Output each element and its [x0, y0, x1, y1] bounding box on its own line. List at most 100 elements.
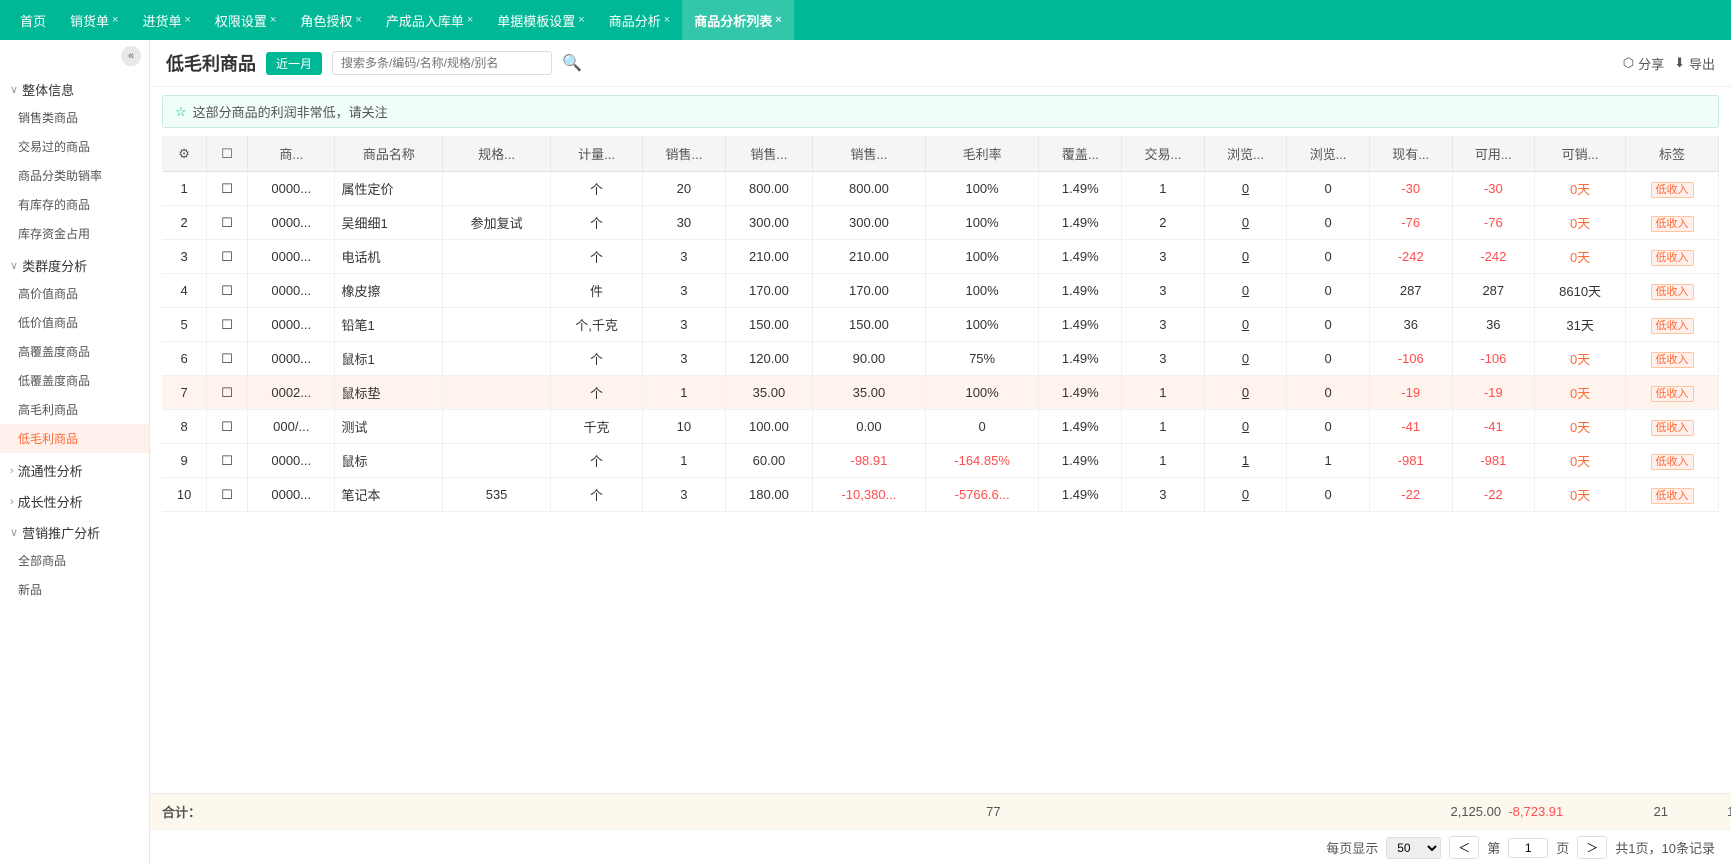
- sidebar-collapse-button[interactable]: «: [121, 46, 141, 66]
- footer-label: 合计：: [162, 802, 201, 821]
- search-button[interactable]: 🔍: [562, 53, 582, 73]
- sidebar-group-0[interactable]: ∨整体信息: [0, 72, 149, 103]
- sidebar-item-高毛利商品[interactable]: 高毛利商品: [0, 395, 149, 424]
- cell-stock: 287: [1369, 274, 1452, 308]
- col-settings[interactable]: ⚙: [162, 136, 207, 172]
- cell-qty: 1: [643, 444, 726, 478]
- sidebar-item-库存资金占用[interactable]: 库存资金占用: [0, 219, 149, 248]
- col-checkbox[interactable]: ☐: [207, 136, 248, 172]
- col-profit-rate[interactable]: 毛利率: [925, 136, 1039, 172]
- total-label: 共1页，10条记录: [1615, 838, 1715, 857]
- cell-gross-rate: 1.49%: [1039, 206, 1122, 240]
- nav-close-icon[interactable]: ×: [578, 14, 584, 26]
- nav-item-销货单[interactable]: 销货单 ×: [58, 0, 130, 40]
- cell-name: 鼠标: [335, 444, 443, 478]
- cell-spec: [443, 410, 551, 444]
- cell-spec: [443, 342, 551, 376]
- sidebar-item-全部商品[interactable]: 全部商品: [0, 546, 149, 575]
- cell-coverage: 1: [1122, 172, 1205, 206]
- nav-close-icon[interactable]: ×: [467, 14, 473, 26]
- table-row: 7☐0002...鼠标垫个135.0035.00100%1.49%100-19-…: [162, 376, 1719, 410]
- cell-sale-profit: 210.00: [813, 240, 926, 274]
- cell-browse2: 0: [1287, 240, 1370, 274]
- date-filter-button[interactable]: 近一月: [266, 52, 322, 75]
- col-code[interactable]: 商...: [248, 136, 335, 172]
- nav-item-商品分析列表[interactable]: 商品分析列表 ×: [682, 0, 793, 40]
- cell-checkbox[interactable]: ☐: [207, 342, 248, 376]
- sidebar-group-4[interactable]: ∨营销推广分析: [0, 515, 149, 546]
- sidebar-item-低覆盖度商品[interactable]: 低覆盖度商品: [0, 366, 149, 395]
- page-size-select[interactable]: 50 100 200: [1386, 837, 1441, 859]
- nav-item-产成品入库单[interactable]: 产成品入库单 ×: [374, 0, 485, 40]
- footer-sale-profit: -8,723.91: [1506, 804, 1566, 819]
- cell-checkbox[interactable]: ☐: [207, 240, 248, 274]
- prev-page-button[interactable]: ＜: [1449, 836, 1479, 859]
- export-button[interactable]: ⬇ 导出: [1674, 54, 1715, 73]
- col-name[interactable]: 商品名称: [335, 136, 443, 172]
- sidebar-item-销售类商品[interactable]: 销售类商品: [0, 103, 149, 132]
- sidebar-item-高价值商品[interactable]: 高价值商品: [0, 279, 149, 308]
- sidebar-item-有库存的商品[interactable]: 有库存的商品: [0, 190, 149, 219]
- chevron-down-icon: ›: [10, 465, 14, 477]
- col-sale-profit[interactable]: 销售...: [813, 136, 926, 172]
- cell-salable: 0天: [1535, 410, 1626, 444]
- sidebar-group-label: 成长性分析: [18, 492, 83, 511]
- cell-profit-rate: 100%: [925, 274, 1039, 308]
- nav-item-首页[interactable]: 首页: [8, 0, 58, 40]
- sidebar-item-低价值商品[interactable]: 低价值商品: [0, 308, 149, 337]
- col-tag[interactable]: 标签: [1626, 136, 1719, 172]
- next-page-button[interactable]: ＞: [1577, 836, 1607, 859]
- nav-close-icon[interactable]: ×: [184, 14, 190, 26]
- col-sale-amt[interactable]: 销售...: [725, 136, 812, 172]
- sidebar-group-label: 类群度分析: [22, 256, 87, 275]
- col-unit[interactable]: 计量...: [550, 136, 642, 172]
- col-browse1[interactable]: 浏览...: [1204, 136, 1287, 172]
- col-spec[interactable]: 规格...: [443, 136, 551, 172]
- tag-badge: 低收入: [1651, 386, 1694, 402]
- col-stock[interactable]: 现有...: [1369, 136, 1452, 172]
- cell-checkbox[interactable]: ☐: [207, 478, 248, 512]
- cell-checkbox[interactable]: ☐: [207, 308, 248, 342]
- col-salable[interactable]: 可销...: [1535, 136, 1626, 172]
- nav-item-单据模板设置[interactable]: 单据模板设置 ×: [485, 0, 596, 40]
- cell-checkbox[interactable]: ☐: [207, 172, 248, 206]
- table-row: 10☐0000...笔记本535个3180.00-10,380...-5766.…: [162, 478, 1719, 512]
- cell-no: 5: [162, 308, 207, 342]
- cell-checkbox[interactable]: ☐: [207, 410, 248, 444]
- nav-close-icon[interactable]: ×: [270, 14, 276, 26]
- cell-gross-rate: 1.49%: [1039, 478, 1122, 512]
- sidebar-group-1[interactable]: ∨类群度分析: [0, 248, 149, 279]
- nav-item-商品分析[interactable]: 商品分析 ×: [597, 0, 682, 40]
- nav-close-icon[interactable]: ×: [112, 14, 118, 26]
- cell-checkbox[interactable]: ☐: [207, 444, 248, 478]
- nav-item-进货单[interactable]: 进货单 ×: [130, 0, 202, 40]
- cell-sale-profit: 170.00: [813, 274, 926, 308]
- search-input[interactable]: [332, 51, 552, 75]
- sidebar-item-交易过的商品[interactable]: 交易过的商品: [0, 132, 149, 161]
- cell-checkbox[interactable]: ☐: [207, 206, 248, 240]
- col-avail[interactable]: 可用...: [1452, 136, 1535, 172]
- col-gross-rate[interactable]: 覆盖...: [1039, 136, 1122, 172]
- nav-item-角色授权[interactable]: 角色授权 ×: [288, 0, 373, 40]
- cell-checkbox[interactable]: ☐: [207, 274, 248, 308]
- sidebar-item-商品分类助销率[interactable]: 商品分类助销率: [0, 161, 149, 190]
- cell-coverage: 3: [1122, 240, 1205, 274]
- sidebar-group-2[interactable]: ›流通性分析: [0, 453, 149, 484]
- nav-close-icon[interactable]: ×: [355, 14, 361, 26]
- sidebar-item-高覆盖度商品[interactable]: 高覆盖度商品: [0, 337, 149, 366]
- page-input[interactable]: [1508, 838, 1548, 858]
- share-button[interactable]: ⬡ 分享: [1623, 54, 1664, 73]
- nav-close-icon[interactable]: ×: [775, 14, 781, 26]
- cell-name: 橡皮擦: [335, 274, 443, 308]
- col-qty[interactable]: 销售...: [643, 136, 726, 172]
- sidebar-item-低毛利商品[interactable]: 低毛利商品: [0, 424, 149, 453]
- cell-sale-amt: 60.00: [725, 444, 812, 478]
- sidebar-group-3[interactable]: ›成长性分析: [0, 484, 149, 515]
- nav-close-icon[interactable]: ×: [664, 14, 670, 26]
- cell-sale-amt: 120.00: [725, 342, 812, 376]
- col-coverage[interactable]: 交易...: [1122, 136, 1205, 172]
- col-browse2[interactable]: 浏览...: [1287, 136, 1370, 172]
- cell-checkbox[interactable]: ☐: [207, 376, 248, 410]
- nav-item-权限设置[interactable]: 权限设置 ×: [203, 0, 288, 40]
- sidebar-item-新品[interactable]: 新品: [0, 575, 149, 604]
